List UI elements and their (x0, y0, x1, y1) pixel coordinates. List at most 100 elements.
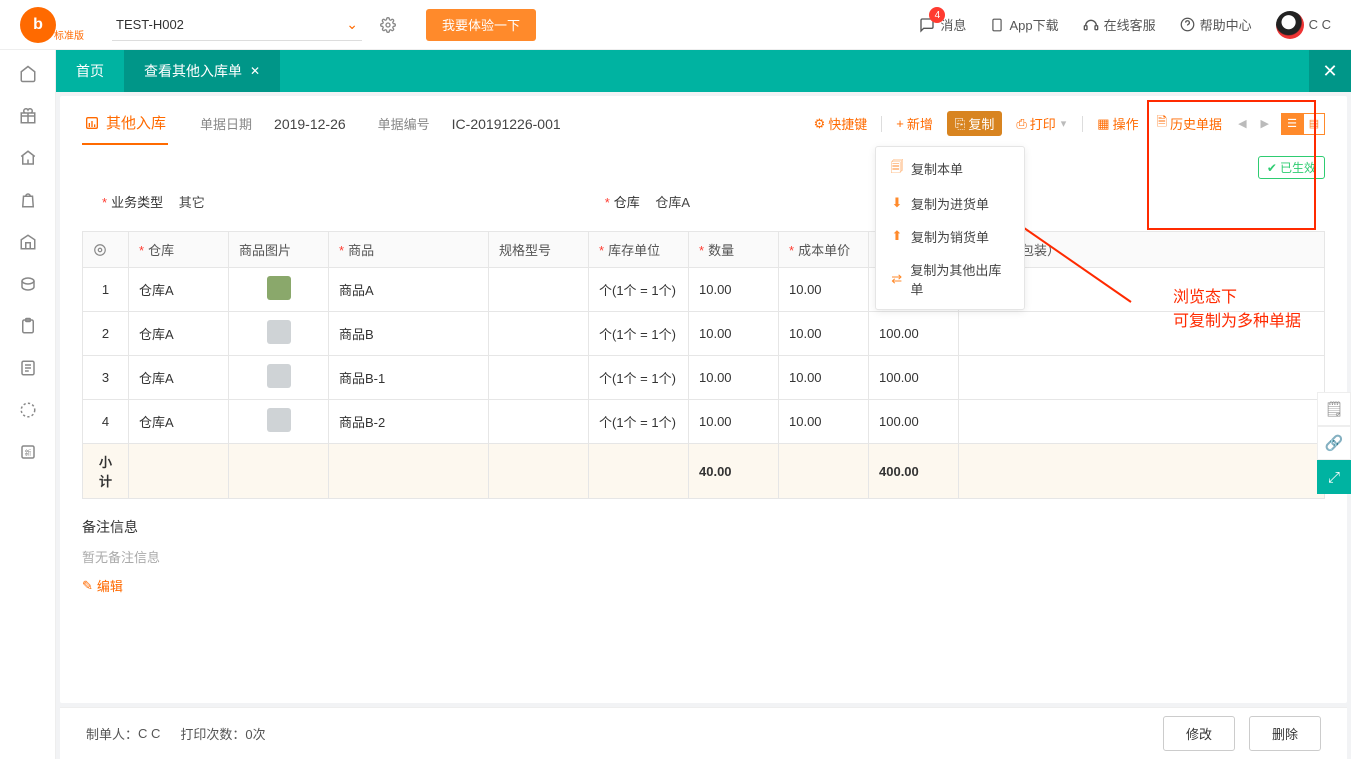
copy-button[interactable]: ⎘ 复制 (947, 111, 1002, 136)
try-button[interactable]: 我要体验一下 (426, 9, 536, 41)
tab-home[interactable]: 首页 (56, 50, 124, 92)
nav-house-icon[interactable] (18, 148, 38, 168)
close-icon[interactable]: ✕ (250, 64, 260, 78)
nav-dashed-icon[interactable] (18, 400, 38, 420)
modify-button[interactable]: 修改 (1163, 716, 1235, 751)
subtotal-row: 小计40.00400.00 (83, 444, 1325, 499)
tab-current[interactable]: 查看其他入库单 ✕ (124, 50, 280, 92)
table-row[interactable]: 4仓库A商品B-2个(1个 = 1个)10.0010.00100.00 (83, 400, 1325, 444)
copy-this-option[interactable]: 🗐复制本单 (876, 151, 1024, 187)
action-button[interactable]: ▦ 操作 (1093, 111, 1142, 136)
col-product: *商品 (329, 232, 489, 268)
cell-spec (489, 400, 589, 444)
grid-icon: ▦ (1097, 116, 1109, 132)
cell-amount: 100.00 (869, 400, 959, 444)
sidebar: 新 (0, 50, 56, 759)
cell-spec (489, 268, 589, 312)
creator-label: 制单人： (86, 724, 138, 743)
cell-img (229, 400, 329, 444)
divider (1082, 116, 1083, 132)
cell-spec (489, 312, 589, 356)
copy-other-out-option[interactable]: ⇄复制为其他出库单 (876, 253, 1024, 305)
shortcut-button[interactable]: ⚙ 快捷键 (810, 111, 872, 136)
close-all-icon[interactable]: ✕ (1309, 50, 1351, 92)
cell-unit: 个(1个 = 1个) (589, 268, 689, 312)
in-icon: ⬇ (890, 195, 904, 211)
nav-clipboard-icon[interactable] (18, 316, 38, 336)
edit-icon: ✎ (82, 578, 93, 594)
edit-remark-button[interactable]: ✎ 编辑 (82, 576, 123, 595)
add-button[interactable]: + 新增 (892, 111, 937, 136)
view-list-icon[interactable]: ☰ (1281, 113, 1303, 135)
copy-dropdown: 🗐复制本单 ⬇复制为进货单 ⬆复制为销货单 ⇄复制为其他出库单 (875, 146, 1025, 310)
org-selector[interactable]: TEST-H002 ⌄ (112, 9, 362, 41)
copy-sales-option[interactable]: ⬆复制为销货单 (876, 220, 1024, 253)
nav-gift-icon[interactable] (18, 106, 38, 126)
plus-icon: + (896, 116, 904, 131)
side-tool-link-icon[interactable]: 🔗 (1317, 426, 1351, 460)
cell-qty: 10.00 (689, 312, 779, 356)
cell-spec (489, 356, 589, 400)
divider (881, 116, 882, 132)
messages-link[interactable]: 消息 4 (919, 15, 966, 34)
cell-avail (959, 356, 1325, 400)
prev-icon[interactable]: ◀ (1236, 117, 1248, 130)
col-spec: 规格型号 (489, 232, 589, 268)
cell-img (229, 356, 329, 400)
service-link[interactable]: 在线客服 (1083, 15, 1156, 34)
cell-unit: 个(1个 = 1个) (589, 400, 689, 444)
side-tool-note-icon[interactable]: 🗒 (1317, 392, 1351, 426)
table-row[interactable]: 3仓库A商品B-1个(1个 = 1个)10.0010.00100.00 (83, 356, 1325, 400)
inventory-icon (84, 115, 100, 131)
cell-wh: 仓库A (129, 400, 229, 444)
logo[interactable]: b (20, 7, 56, 43)
num-value: IC-20191226-001 (452, 116, 561, 132)
cell-img (229, 268, 329, 312)
cell-amount: 100.00 (869, 312, 959, 356)
table-row[interactable]: 2仓库A商品B个(1个 = 1个)10.0010.00100.00 (83, 312, 1325, 356)
col-gear[interactable] (83, 232, 129, 268)
num-label: 单据编号 (378, 114, 430, 133)
cell-img (229, 312, 329, 356)
cell-price: 10.00 (779, 268, 869, 312)
download-link[interactable]: App下载 (990, 15, 1058, 34)
nav-warehouse-icon[interactable] (18, 232, 38, 252)
row-index: 3 (83, 356, 129, 400)
row-index: 1 (83, 268, 129, 312)
copy-purchase-option[interactable]: ⬇复制为进货单 (876, 187, 1024, 220)
gear-icon[interactable] (380, 17, 396, 33)
remark-title: 备注信息 (82, 517, 1325, 537)
gear-small-icon: ⚙ (814, 116, 826, 132)
items-table: *仓库 商品图片 *商品 规格型号 *库存单位 *数量 *成本单价 *成本金额 … (82, 231, 1325, 499)
user-menu[interactable]: C C (1276, 11, 1331, 39)
cell-product: 商品A (329, 268, 489, 312)
nav-doc-icon[interactable] (18, 358, 38, 378)
next-icon[interactable]: ▶ (1259, 117, 1271, 130)
cell-unit: 个(1个 = 1个) (589, 356, 689, 400)
side-tool-expand-icon[interactable]: ⤢ (1317, 460, 1351, 494)
help-link[interactable]: 帮助中心 (1180, 15, 1252, 34)
cell-qty: 10.00 (689, 356, 779, 400)
help-icon (1180, 17, 1195, 32)
nav-home-icon[interactable] (18, 64, 38, 84)
cell-product: 商品B (329, 312, 489, 356)
history-button[interactable]: 🗎 历史单据 (1153, 110, 1226, 138)
nav-new-icon[interactable]: 新 (18, 442, 38, 462)
view-toggle: ☰ ▤ (1281, 113, 1325, 135)
print-button[interactable]: ⎙ 打印 ▾ (1012, 111, 1072, 136)
row-index: 4 (83, 400, 129, 444)
nav-money-icon[interactable] (18, 274, 38, 294)
delete-button[interactable]: 删除 (1249, 716, 1321, 751)
org-name: TEST-H002 (116, 17, 184, 32)
nav-bag-icon[interactable] (18, 190, 38, 210)
check-icon: ✔ (1267, 161, 1277, 175)
other-icon: ⇄ (890, 271, 903, 287)
table-row[interactable]: 1仓库A商品A个(1个 = 1个)10.0010.00100.00 (83, 268, 1325, 312)
col-unit: *库存单位 (589, 232, 689, 268)
view-grid-icon[interactable]: ▤ (1303, 113, 1325, 135)
out-icon: ⬆ (890, 228, 904, 244)
cell-qty: 10.00 (689, 268, 779, 312)
cell-price: 10.00 (779, 356, 869, 400)
print-count-value: 0次 (245, 724, 265, 743)
cell-avail (959, 312, 1325, 356)
